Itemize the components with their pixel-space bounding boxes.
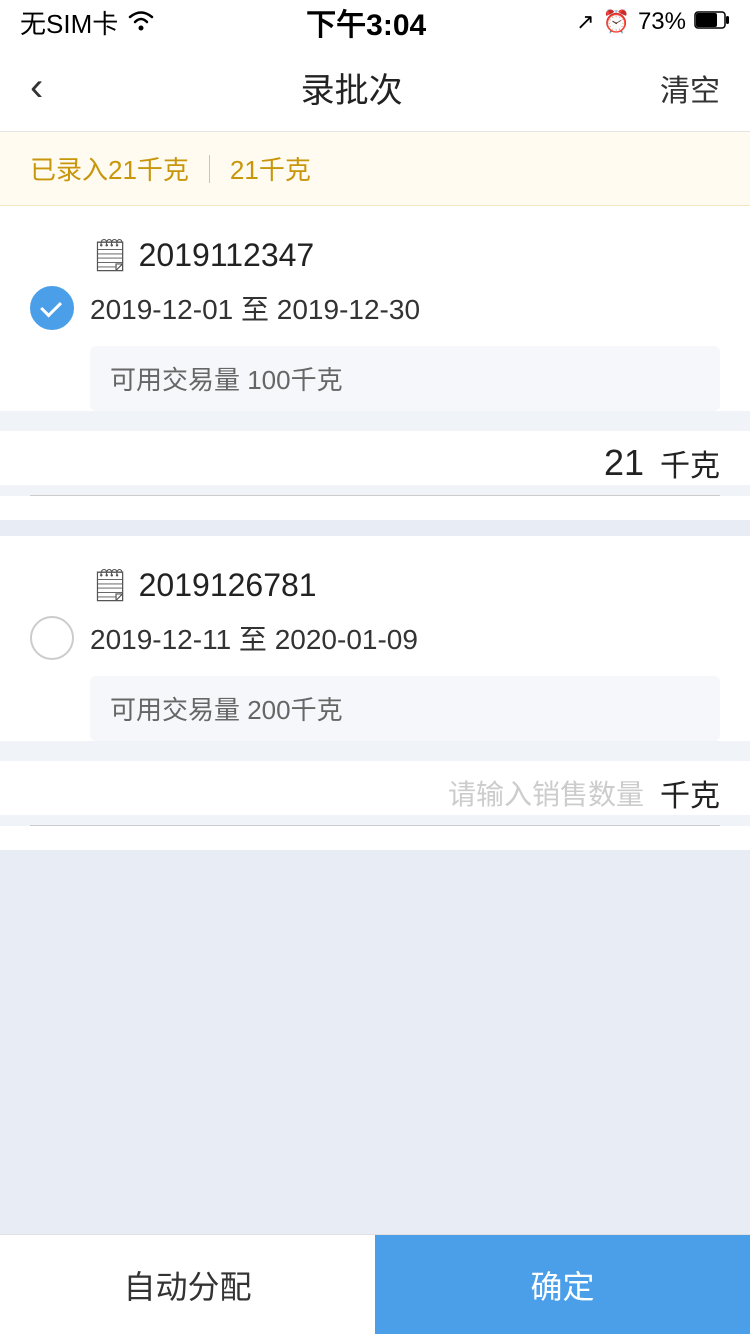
batch2-input-placeholder: 请输入销售数量 <box>448 773 644 813</box>
batch1-icon: 🗒 <box>90 236 131 274</box>
batch-card-2: 🗒 2019126781 2019-12-11 至 2020-01-09 可用交… <box>0 536 750 741</box>
summary-value: 21千克 <box>230 150 311 187</box>
wifi-icon <box>126 7 156 38</box>
sim-text: 无SIM卡 <box>20 4 118 41</box>
batch1-id-row: 🗒 2019112347 <box>30 236 720 274</box>
batch1-id: 2019112347 <box>139 237 315 274</box>
batch1-unit: 千克 <box>660 441 720 485</box>
batch1-available: 可用交易量 100千克 <box>90 346 720 411</box>
battery-icon <box>694 8 730 36</box>
batch1-quantity-area: 21 千克 <box>0 431 750 485</box>
clear-button[interactable]: 清空 <box>660 66 720 110</box>
batch2-date: 2019-12-11 至 2020-01-09 <box>90 618 418 658</box>
batch2-input-area[interactable]: 请输入销售数量 千克 <box>0 761 750 815</box>
status-bar: 无SIM卡 下午3:04 ↗ ⏰ 73% <box>0 0 750 44</box>
batch1-spacer <box>0 496 750 520</box>
confirm-button[interactable]: 确定 <box>375 1235 750 1334</box>
batch2-icon: 🗒 <box>90 566 131 604</box>
auto-assign-button[interactable]: 自动分配 <box>0 1235 375 1334</box>
section-divider <box>0 520 750 536</box>
summary-bar: 已录入21千克 21千克 <box>0 132 750 206</box>
batch2-id: 2019126781 <box>139 567 317 604</box>
nav-bar: ‹ 录批次 清空 <box>0 44 750 132</box>
alarm-icon: ⏰ <box>603 9 630 35</box>
status-time: 下午3:04 <box>306 0 426 44</box>
gray-area <box>0 850 750 1270</box>
batch2-date-row[interactable]: 2019-12-11 至 2020-01-09 <box>30 616 720 660</box>
batch2-id-row: 🗒 2019126781 <box>30 566 720 604</box>
batch1-radio[interactable] <box>30 286 74 330</box>
page-title: 录批次 <box>301 63 403 112</box>
battery-text: 73% <box>638 8 686 36</box>
summary-divider <box>209 155 210 183</box>
batch1-date: 2019-12-01 至 2019-12-30 <box>90 288 420 328</box>
batch1-date-row[interactable]: 2019-12-01 至 2019-12-30 <box>30 286 720 330</box>
back-button[interactable]: ‹ <box>30 65 43 110</box>
location-icon: ↗ <box>576 9 594 35</box>
batch2-unit: 千克 <box>660 771 720 815</box>
batch2-spacer <box>0 826 750 850</box>
batch1-quantity: 21 <box>604 442 644 484</box>
bottom-bar: 自动分配 确定 <box>0 1234 750 1334</box>
batch2-radio[interactable] <box>30 616 74 660</box>
batch2-available: 可用交易量 200千克 <box>90 676 720 741</box>
batch-card-1: 🗒 2019112347 2019-12-01 至 2019-12-30 可用交… <box>0 206 750 411</box>
entered-label: 已录入21千克 <box>30 150 189 187</box>
